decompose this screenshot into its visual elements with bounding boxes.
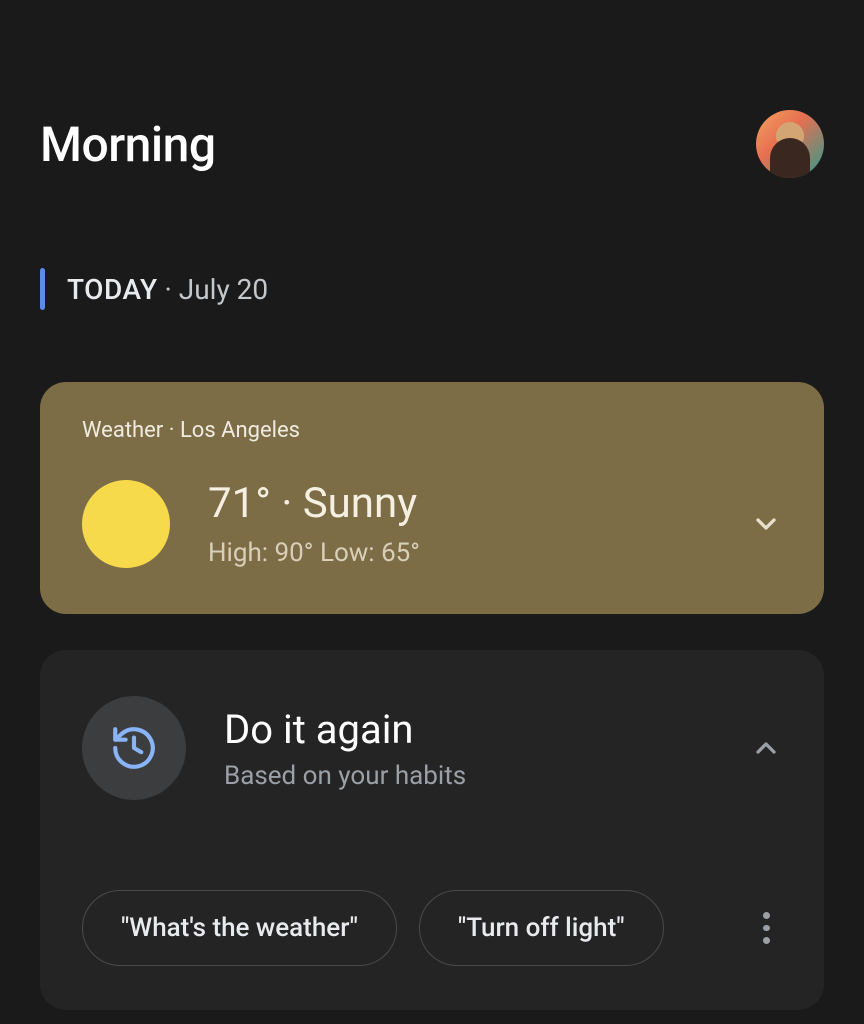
habits-info: Do it again Based on your habits: [224, 706, 712, 791]
more-options-icon[interactable]: [750, 912, 782, 944]
history-icon: [109, 723, 159, 773]
date-separator: ·: [158, 273, 179, 306]
profile-avatar[interactable]: [756, 110, 824, 178]
date-label: TODAY: [67, 273, 158, 306]
chevron-up-icon[interactable]: [750, 732, 782, 764]
habits-card: Do it again Based on your habits "What's…: [40, 650, 824, 1010]
habits-subtitle: Based on your habits: [224, 761, 712, 791]
suggestion-chip-weather[interactable]: "What's the weather": [82, 890, 397, 966]
chevron-down-icon[interactable]: [750, 508, 782, 540]
date-indicator-bar: [40, 268, 45, 310]
habits-actions: "What's the weather" "Turn off light": [82, 890, 782, 966]
weather-high-low: High: 90° Low: 65°: [208, 538, 712, 568]
weather-info: 71° · Sunny High: 90° Low: 65°: [208, 479, 712, 568]
weather-card-title: Weather · Los Angeles: [82, 418, 782, 443]
weather-card[interactable]: Weather · Los Angeles 71° · Sunny High: …: [40, 382, 824, 614]
date-section: TODAY · July 20: [40, 268, 824, 310]
habits-header[interactable]: Do it again Based on your habits: [82, 696, 782, 800]
date-text: TODAY · July 20: [67, 273, 268, 306]
weather-main-text: 71° · Sunny: [208, 479, 712, 528]
history-icon-circle: [82, 696, 186, 800]
date-value: July 20: [179, 273, 268, 306]
header: Morning: [40, 0, 824, 268]
greeting-title: Morning: [40, 116, 216, 173]
habits-title: Do it again: [224, 706, 712, 753]
suggestion-chip-light[interactable]: "Turn off light": [419, 890, 664, 966]
sun-icon: [82, 480, 170, 568]
weather-body: 71° · Sunny High: 90° Low: 65°: [82, 479, 782, 568]
